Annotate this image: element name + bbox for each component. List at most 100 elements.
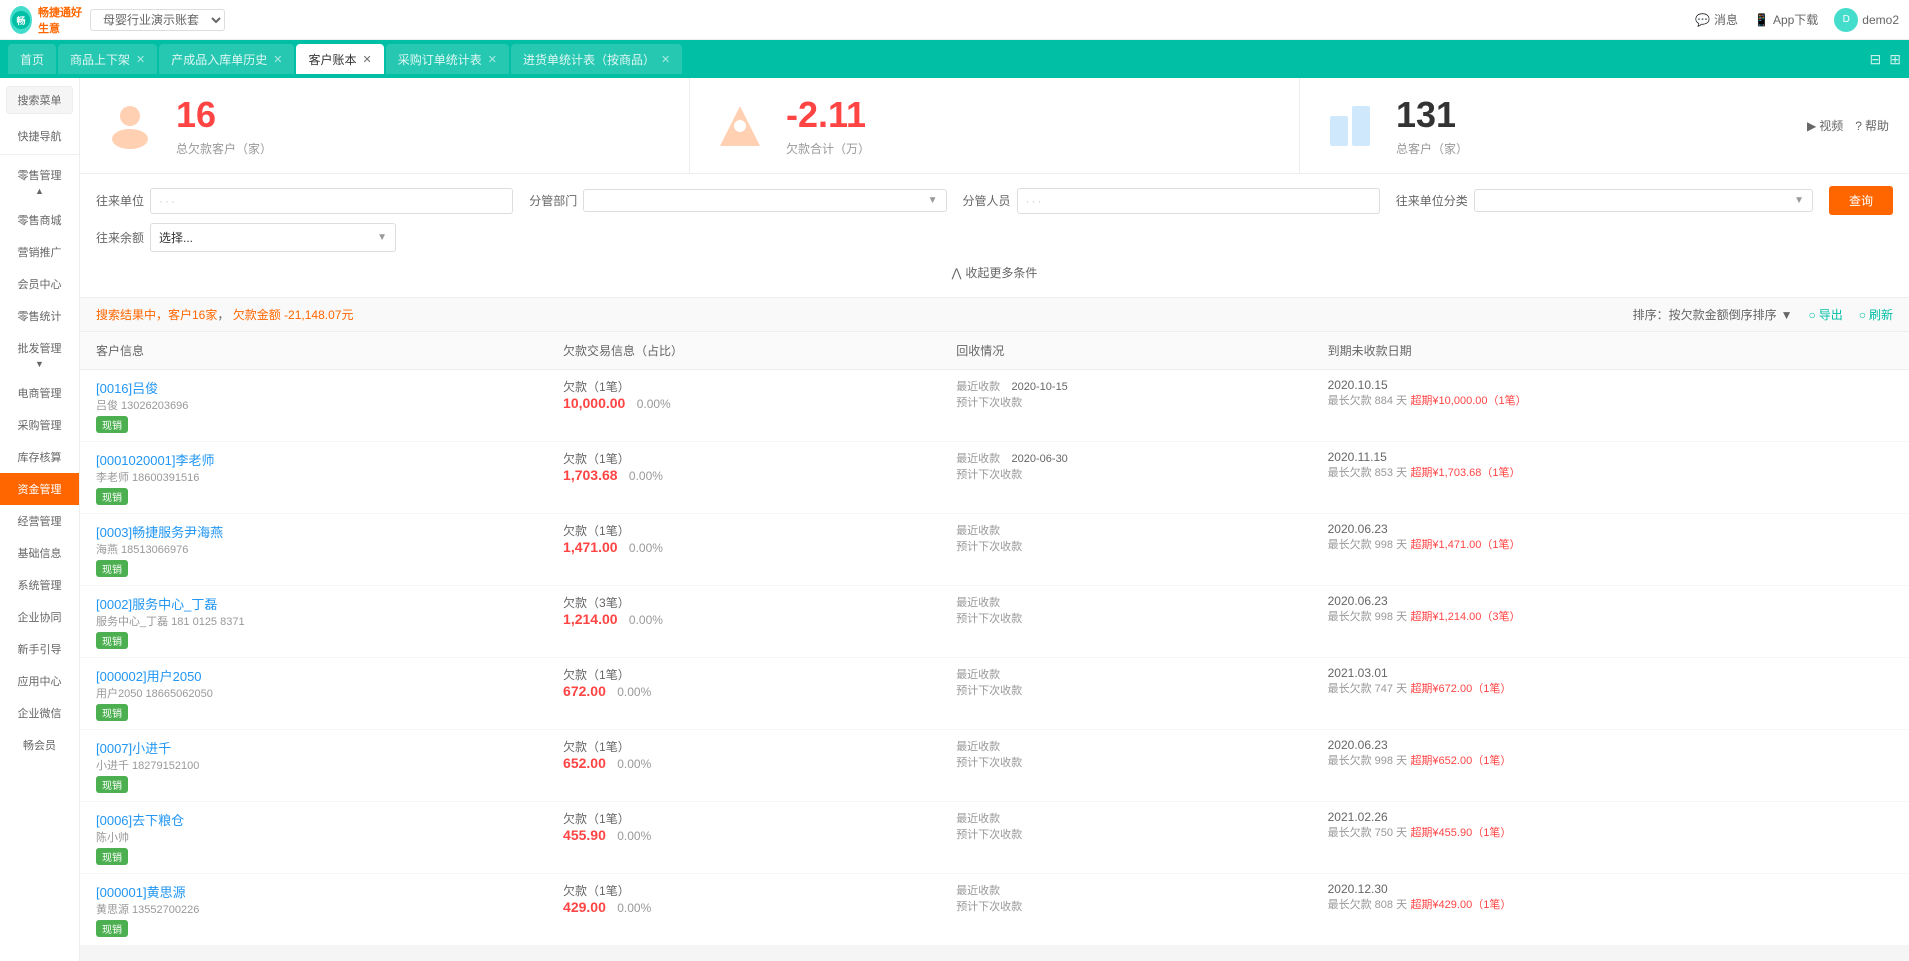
customer-name[interactable]: [0001020001]李老师 [96, 450, 531, 469]
close-tab-import-stats[interactable]: ✕ [661, 53, 670, 66]
customer-tag: 现销 [96, 776, 128, 793]
overdue-link[interactable]: 超期¥429.00（1笔） [1410, 899, 1511, 911]
tab-purchase-stats[interactable]: 采购订单统计表 ✕ [386, 44, 509, 74]
recovery-cell: 最近收款 预计下次收款 [940, 514, 1311, 586]
sidebar-item-app-center[interactable]: 应用中心 [0, 665, 79, 697]
minimize-btn[interactable]: ⊟ [1870, 51, 1882, 68]
overdue-link[interactable]: 超期¥1,703.68（1笔） [1410, 467, 1520, 479]
customer-name[interactable]: [0007]小进千 [96, 738, 531, 757]
sidebar-item-retail-stats[interactable]: 零售统计 [0, 300, 79, 332]
sidebar-item-batch-mgmt[interactable]: 批发管理 ▼ [0, 332, 79, 377]
unit-category-select[interactable]: ▼ [1474, 189, 1813, 212]
debt-count: 欠款（1笔） [563, 738, 924, 755]
main-layout: 搜索菜单 快捷导航 零售管理 ▲ 零售商城 营销推广 会员中心 零售统计 批发管… [0, 78, 1909, 961]
stat-right-actions: ▶ 视频 ? 帮助 [1807, 117, 1889, 134]
sidebar-item-purchase-mgmt[interactable]: 采购管理 [0, 409, 79, 441]
customer-name[interactable]: [000002]用户2050 [96, 666, 531, 685]
next-collect-label: 预计下次收款 [956, 613, 1022, 625]
debt-amount: 1,703.68 [563, 467, 618, 483]
stat-info-2: -2.11 欠款合计（万） [786, 94, 870, 157]
sidebar-item-operations-mgmt[interactable]: 经营管理 [0, 505, 79, 537]
app-download-btn[interactable]: 📱 App下载 [1754, 11, 1818, 28]
table-row: [0016]吕俊 吕俊 13026203696 现销 欠款（1笔） 10,000… [80, 370, 1909, 442]
overdue-link[interactable]: 超期¥652.00（1笔） [1410, 755, 1511, 767]
source-unit-input[interactable]: ··· [150, 188, 513, 214]
search-button[interactable]: 查询 [1829, 186, 1893, 215]
sidebar-item-member-center[interactable]: 会员中心 [0, 268, 79, 300]
overdue-link[interactable]: 超期¥1,471.00（1笔） [1410, 539, 1520, 551]
sidebar-item-marketing[interactable]: 营销推广 [0, 236, 79, 268]
collapse-btn[interactable]: ⋀ 收起更多条件 [952, 264, 1038, 281]
max-days: 最长欠款 747 天 [1328, 683, 1407, 695]
export-btn[interactable]: ○ 导出 [1808, 306, 1842, 323]
sidebar-item-ecommerce[interactable]: 电商管理 [0, 377, 79, 409]
stats-row: 16 总欠款客户（家） -2.11 欠款合计（万） [80, 78, 1909, 174]
refresh-icon: ○ [1859, 308, 1866, 322]
table-row: [000002]用户2050 用户2050 18665062050 现销 欠款（… [80, 658, 1909, 730]
stat-info-1: 16 总欠款客户（家） [176, 94, 272, 157]
sidebar-item-system-mgmt[interactable]: 系统管理 [0, 569, 79, 601]
tab-product-shelf[interactable]: 商品上下架 ✕ [58, 44, 157, 74]
help-btn[interactable]: ? 帮助 [1855, 117, 1889, 134]
manager-input[interactable]: ··· [1017, 188, 1380, 214]
department-select[interactable]: ▼ [583, 189, 946, 212]
close-tab-product-shelf[interactable]: ✕ [136, 53, 145, 66]
user-menu[interactable]: D demo2 [1834, 8, 1899, 32]
stat-label-3: 总客户（家） [1396, 140, 1468, 157]
customer-name[interactable]: [0003]畅捷服务尹海燕 [96, 522, 531, 541]
close-tab-customer-account[interactable]: ✕ [363, 53, 372, 66]
sidebar-item-new-guide[interactable]: 新手引导 [0, 633, 79, 665]
industry-select[interactable]: 母婴行业演示账套 [90, 9, 225, 31]
tab-customer-account[interactable]: 客户账本 ✕ [296, 44, 383, 74]
sidebar-search-area: 搜索菜单 [0, 78, 79, 122]
next-collect-label: 预计下次收款 [956, 901, 1022, 913]
sidebar-item-basic-info[interactable]: 基础信息 [0, 537, 79, 569]
table-header-row: 客户信息 欠款交易信息（占比） 回收情况 到期未收款日期 [80, 332, 1909, 370]
overdue-link[interactable]: 超期¥1,214.00（3笔） [1410, 611, 1520, 623]
balance-select[interactable]: 选择... ▼ [150, 223, 396, 252]
sidebar-item-inventory[interactable]: 库存核算 [0, 441, 79, 473]
tab-actions: ⊟ ⊞ [1870, 51, 1901, 68]
maximize-btn[interactable]: ⊞ [1889, 51, 1901, 68]
search-menu-btn[interactable]: 搜索菜单 [6, 86, 73, 114]
sidebar-item-enterprise-collab[interactable]: 企业协同 [0, 601, 79, 633]
filter-source-unit: 往来单位 ··· [96, 188, 513, 214]
overdue-link[interactable]: 超期¥10,000.00（1笔） [1410, 395, 1526, 407]
overdue-link[interactable]: 超期¥455.90（1笔） [1410, 827, 1511, 839]
content-area: 16 总欠款客户（家） -2.11 欠款合计（万） [80, 78, 1909, 961]
close-tab-purchase-stats[interactable]: ✕ [488, 53, 497, 66]
customer-name[interactable]: [000001]黄思源 [96, 882, 531, 901]
recovery-cell: 最近收款 2020-06-30 预计下次收款 [940, 442, 1311, 514]
recent-label: 最近收款 [956, 885, 1000, 897]
filter-row-2: 往来余额 选择... ▼ [96, 223, 1893, 252]
table-row: [0006]去下粮仓 陈小帅 现销 欠款（1笔） 455.90 0.00% 最近… [80, 802, 1909, 874]
sidebar-item-quick-nav[interactable]: 快捷导航 [0, 122, 79, 150]
refresh-btn[interactable]: ○ 刷新 [1859, 306, 1893, 323]
tab-import-stats[interactable]: 进货单统计表（按商品） ✕ [511, 44, 682, 74]
video-btn[interactable]: ▶ 视频 [1807, 117, 1843, 134]
tab-product-history[interactable]: 产成品入库单历史 ✕ [159, 44, 294, 74]
sidebar-item-retail-mgmt[interactable]: 零售管理 ▲ [0, 159, 79, 204]
customer-name[interactable]: [0016]吕俊 [96, 378, 531, 397]
customer-name[interactable]: [0006]去下粮仓 [96, 810, 531, 829]
table-row: [0003]畅捷服务尹海燕 海燕 18513066976 现销 欠款（1笔） 1… [80, 514, 1909, 586]
sidebar-item-enterprise-wechat[interactable]: 企业微信 [0, 697, 79, 729]
sidebar-item-member-plus[interactable]: 畅会员 [0, 729, 79, 761]
customer-contact: 用户2050 18665062050 [96, 685, 531, 701]
debt-amount: 1,471.00 [563, 539, 618, 555]
overdue-link[interactable]: 超期¥672.00（1笔） [1410, 683, 1511, 695]
filter-manager: 分管人员 ··· [963, 188, 1380, 214]
debt-percent: 0.00% [617, 757, 651, 771]
sidebar-item-capital-mgmt[interactable]: 资金管理 [0, 473, 79, 505]
close-tab-product-history[interactable]: ✕ [273, 53, 282, 66]
sort-select[interactable]: 排序：按欠款金额倒序排序 ▼ [1633, 306, 1793, 323]
logo-icon: 畅 [10, 6, 32, 34]
stat-value-3: 131 [1396, 94, 1468, 136]
table-row: [0002]服务中心_丁磊 服务中心_丁磊 181 0125 8371 现销 欠… [80, 586, 1909, 658]
customer-table: 客户信息 欠款交易信息（占比） 回收情况 到期未收款日期 [0016]吕俊 吕俊… [80, 332, 1909, 946]
message-btn[interactable]: 💬 消息 [1695, 11, 1738, 28]
next-collect-label: 预计下次收款 [956, 397, 1022, 409]
tab-home[interactable]: 首页 [8, 44, 56, 74]
sidebar-item-retail-mall[interactable]: 零售商城 [0, 204, 79, 236]
customer-name[interactable]: [0002]服务中心_丁磊 [96, 594, 531, 613]
